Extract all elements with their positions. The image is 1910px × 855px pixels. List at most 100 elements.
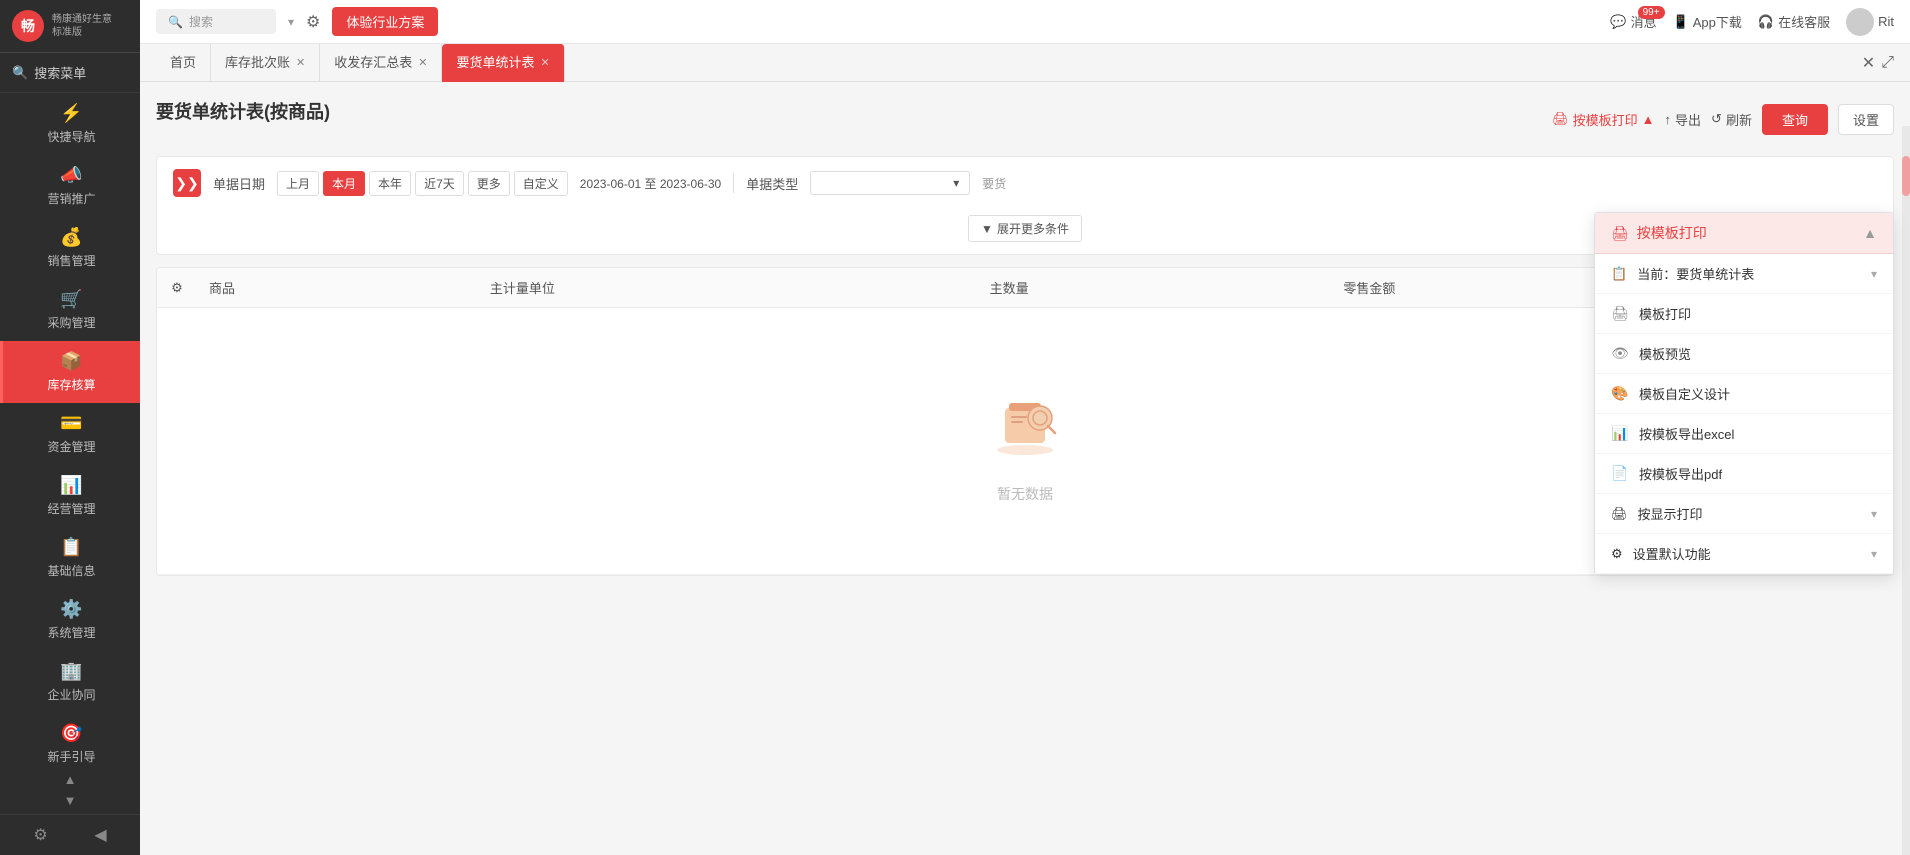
topbar-actions: 💬 消息 99+ 📱 App下载 🎧 在线客服 Rit bbox=[1610, 8, 1894, 36]
sidebar-item-marketing[interactable]: 📣 营销推广 bbox=[0, 155, 140, 217]
close-window-btn[interactable]: ✕ bbox=[1862, 53, 1875, 73]
avatar bbox=[1846, 8, 1874, 36]
logo-area: 畅 畅康通好生意 标准版 bbox=[0, 0, 140, 53]
right-scrollbar[interactable] bbox=[1902, 126, 1910, 855]
nav-icon-shortcut: ⚡ bbox=[60, 103, 82, 124]
tab-order-stats[interactable]: 要货单统计表 ✕ bbox=[442, 44, 564, 82]
empty-svg bbox=[985, 378, 1065, 458]
nav-icon-enterprise: 🏢 bbox=[60, 661, 82, 682]
col-settings[interactable]: ⚙ bbox=[157, 268, 197, 308]
tab-end-btns: ✕ ⤢ bbox=[1862, 53, 1894, 73]
tab-receive-summary[interactable]: 收发存汇总表 ✕ bbox=[320, 44, 442, 82]
dropdown-header-left: 🖨 按模板打印 bbox=[1611, 223, 1707, 243]
topbar-path: ▾ bbox=[288, 15, 294, 29]
page-top-actions: 🖨 按模板打印 ▲ ↑ 导出 ↺ 刷新 查询 设置 bbox=[1552, 104, 1894, 135]
sidebar-item-sales[interactable]: 💰 销售管理 bbox=[0, 217, 140, 279]
maximize-btn[interactable]: ⤢ bbox=[1881, 54, 1894, 72]
filter-expand-btn[interactable]: ❯❯ bbox=[173, 169, 201, 197]
date-7days[interactable]: 近7天 bbox=[415, 171, 464, 196]
empty-text: 暂无数据 bbox=[997, 484, 1053, 504]
col-product: 商品 bbox=[197, 268, 478, 308]
sidebar-item-inventory[interactable]: 📦 库存核算 bbox=[0, 341, 140, 403]
messages-action[interactable]: 💬 消息 99+ bbox=[1610, 12, 1656, 31]
search-icon: 🔍 bbox=[12, 65, 28, 81]
user-avatar[interactable]: Rit bbox=[1846, 8, 1894, 36]
nav-icon-finance: 💳 bbox=[60, 413, 82, 434]
dropdown-collapse-btn[interactable]: ▲ bbox=[1863, 225, 1877, 241]
tab-home[interactable]: 首页 bbox=[156, 44, 211, 82]
content-area: 要货单统计表(按商品) 🖨 按模板打印 ▲ ↑ 导出 ↺ 刷新 查询 设置 bbox=[140, 82, 1910, 855]
date-custom[interactable]: 自定义 bbox=[514, 171, 568, 196]
scrollbar-thumb bbox=[1902, 156, 1910, 196]
trial-btn[interactable]: 体验行业方案 bbox=[332, 7, 438, 36]
app-icon: 📱 bbox=[1673, 14, 1689, 30]
sidebar-scroll: ▲ ▼ bbox=[0, 766, 140, 814]
sidebar-item-system[interactable]: ⚙️ 系统管理 bbox=[0, 589, 140, 651]
settings-icon[interactable]: ⚙ bbox=[33, 825, 47, 845]
refresh-btn[interactable]: ↺ 刷新 bbox=[1711, 110, 1752, 129]
current-template-item[interactable]: 📋 当前：要货单统计表 ▾ bbox=[1595, 254, 1893, 294]
sidebar-item-enterprise[interactable]: 🏢 企业协同 bbox=[0, 651, 140, 713]
export-excel-item[interactable]: 📊 按模板导出excel bbox=[1595, 414, 1893, 454]
settings-gear-icon[interactable]: ⚙ bbox=[306, 12, 320, 32]
sidebar-item-newguide[interactable]: 🎯 新手引导 bbox=[0, 713, 140, 766]
search-icon: 🔍 bbox=[168, 15, 183, 29]
sidebar-item-finance[interactable]: 💳 资金管理 bbox=[0, 403, 140, 465]
service-icon: 🎧 bbox=[1758, 14, 1774, 30]
collapse-icon[interactable]: ◀ bbox=[94, 825, 106, 845]
online-service-action[interactable]: 🎧 在线客服 bbox=[1758, 12, 1830, 31]
date-prev-month[interactable]: 上月 bbox=[277, 171, 319, 196]
template-preview-item[interactable]: 👁 模板预览 bbox=[1595, 334, 1893, 374]
sidebar-item-basic[interactable]: 📋 基础信息 bbox=[0, 527, 140, 589]
sidebar-item-purchase[interactable]: 🛒 采购管理 bbox=[0, 279, 140, 341]
date-year[interactable]: 本年 bbox=[369, 171, 411, 196]
close-icon[interactable]: ✕ bbox=[541, 44, 550, 82]
order-type-label: 单据类型 bbox=[746, 174, 798, 193]
print-template-btn[interactable]: 🖨 按模板打印 ▲ bbox=[1552, 110, 1654, 129]
settings-btn[interactable]: 设置 bbox=[1838, 104, 1894, 135]
nav-icon-system: ⚙️ bbox=[60, 599, 82, 620]
logo-icon: 畅 bbox=[12, 10, 44, 42]
display-print-group[interactable]: 🖨 按显示打印 ▾ bbox=[1595, 494, 1893, 534]
topbar: 🔍 搜索 ▾ ⚙ 体验行业方案 💬 消息 99+ 📱 App下载 🎧 在线客服 bbox=[140, 0, 1910, 44]
template-design-item[interactable]: 🎨 模板自定义设计 bbox=[1595, 374, 1893, 414]
close-icon[interactable]: ✕ bbox=[418, 44, 427, 82]
app-download-action[interactable]: 📱 App下载 bbox=[1673, 12, 1742, 31]
nav-icon-purchase: 🛒 bbox=[60, 289, 82, 310]
date-current-month[interactable]: 本月 bbox=[323, 171, 365, 196]
set-default-group[interactable]: ⚙ 设置默认功能 ▾ bbox=[1595, 534, 1893, 574]
sidebar-nav: ⚡ 快捷导航 📣 营销推广 💰 销售管理 🛒 采购管理 📦 库存核算 💳 资金管… bbox=[0, 93, 140, 766]
export-excel-icon: 📊 bbox=[1611, 425, 1629, 442]
template-print-icon: 🖨 bbox=[1611, 305, 1629, 322]
export-pdf-item[interactable]: 📄 按模板导出pdf bbox=[1595, 454, 1893, 494]
nav-icon-operations: 📊 bbox=[60, 475, 82, 496]
order-type-select[interactable]: ▾ bbox=[810, 171, 970, 195]
expand-more-btn[interactable]: ▼ 展开更多条件 bbox=[968, 215, 1082, 242]
nav-icon-basic: 📋 bbox=[60, 537, 82, 558]
tab-inventory-batch[interactable]: 库存批次账 ✕ bbox=[211, 44, 320, 82]
col-quantity: 主数量 bbox=[978, 268, 1332, 308]
date-more[interactable]: 更多 bbox=[468, 171, 510, 196]
close-icon[interactable]: ✕ bbox=[296, 44, 305, 82]
export-icon: ↑ bbox=[1665, 112, 1672, 127]
filter-row: ❯❯ 单据日期 上月 本月 本年 近7天 更多 自定义 2023-06-01 至… bbox=[173, 169, 1877, 197]
scroll-down-btn[interactable]: ▼ bbox=[62, 791, 79, 810]
set-default-icon: ⚙ bbox=[1611, 546, 1623, 562]
col-unit: 主计量单位 bbox=[478, 268, 978, 308]
query-btn[interactable]: 查询 bbox=[1762, 104, 1828, 135]
chevron-right-icon2: ▾ bbox=[1871, 507, 1877, 521]
main-area: 🔍 搜索 ▾ ⚙ 体验行业方案 💬 消息 99+ 📱 App下载 🎧 在线客服 bbox=[140, 0, 1910, 855]
export-btn[interactable]: ↑ 导出 bbox=[1665, 110, 1702, 129]
date-range: 2023-06-01 至 2023-06-30 bbox=[580, 175, 721, 192]
sidebar-item-operations[interactable]: 📊 经营管理 bbox=[0, 465, 140, 527]
print-header-icon: 🖨 bbox=[1611, 225, 1629, 242]
sidebar-search[interactable]: 🔍 搜索菜单 bbox=[0, 53, 140, 93]
template-print-item[interactable]: 🖨 模板打印 bbox=[1595, 294, 1893, 334]
sidebar-item-shortcut[interactable]: ⚡ 快捷导航 bbox=[0, 93, 140, 155]
order-goods-label: 要货 bbox=[982, 175, 1006, 192]
date-filter-label: 单据日期 bbox=[213, 174, 265, 193]
topbar-search[interactable]: 🔍 搜索 bbox=[156, 9, 276, 34]
chevron-right-icon3: ▾ bbox=[1871, 547, 1877, 561]
scroll-up-btn[interactable]: ▲ bbox=[62, 770, 79, 789]
nav-icon-sales: 💰 bbox=[60, 227, 82, 248]
